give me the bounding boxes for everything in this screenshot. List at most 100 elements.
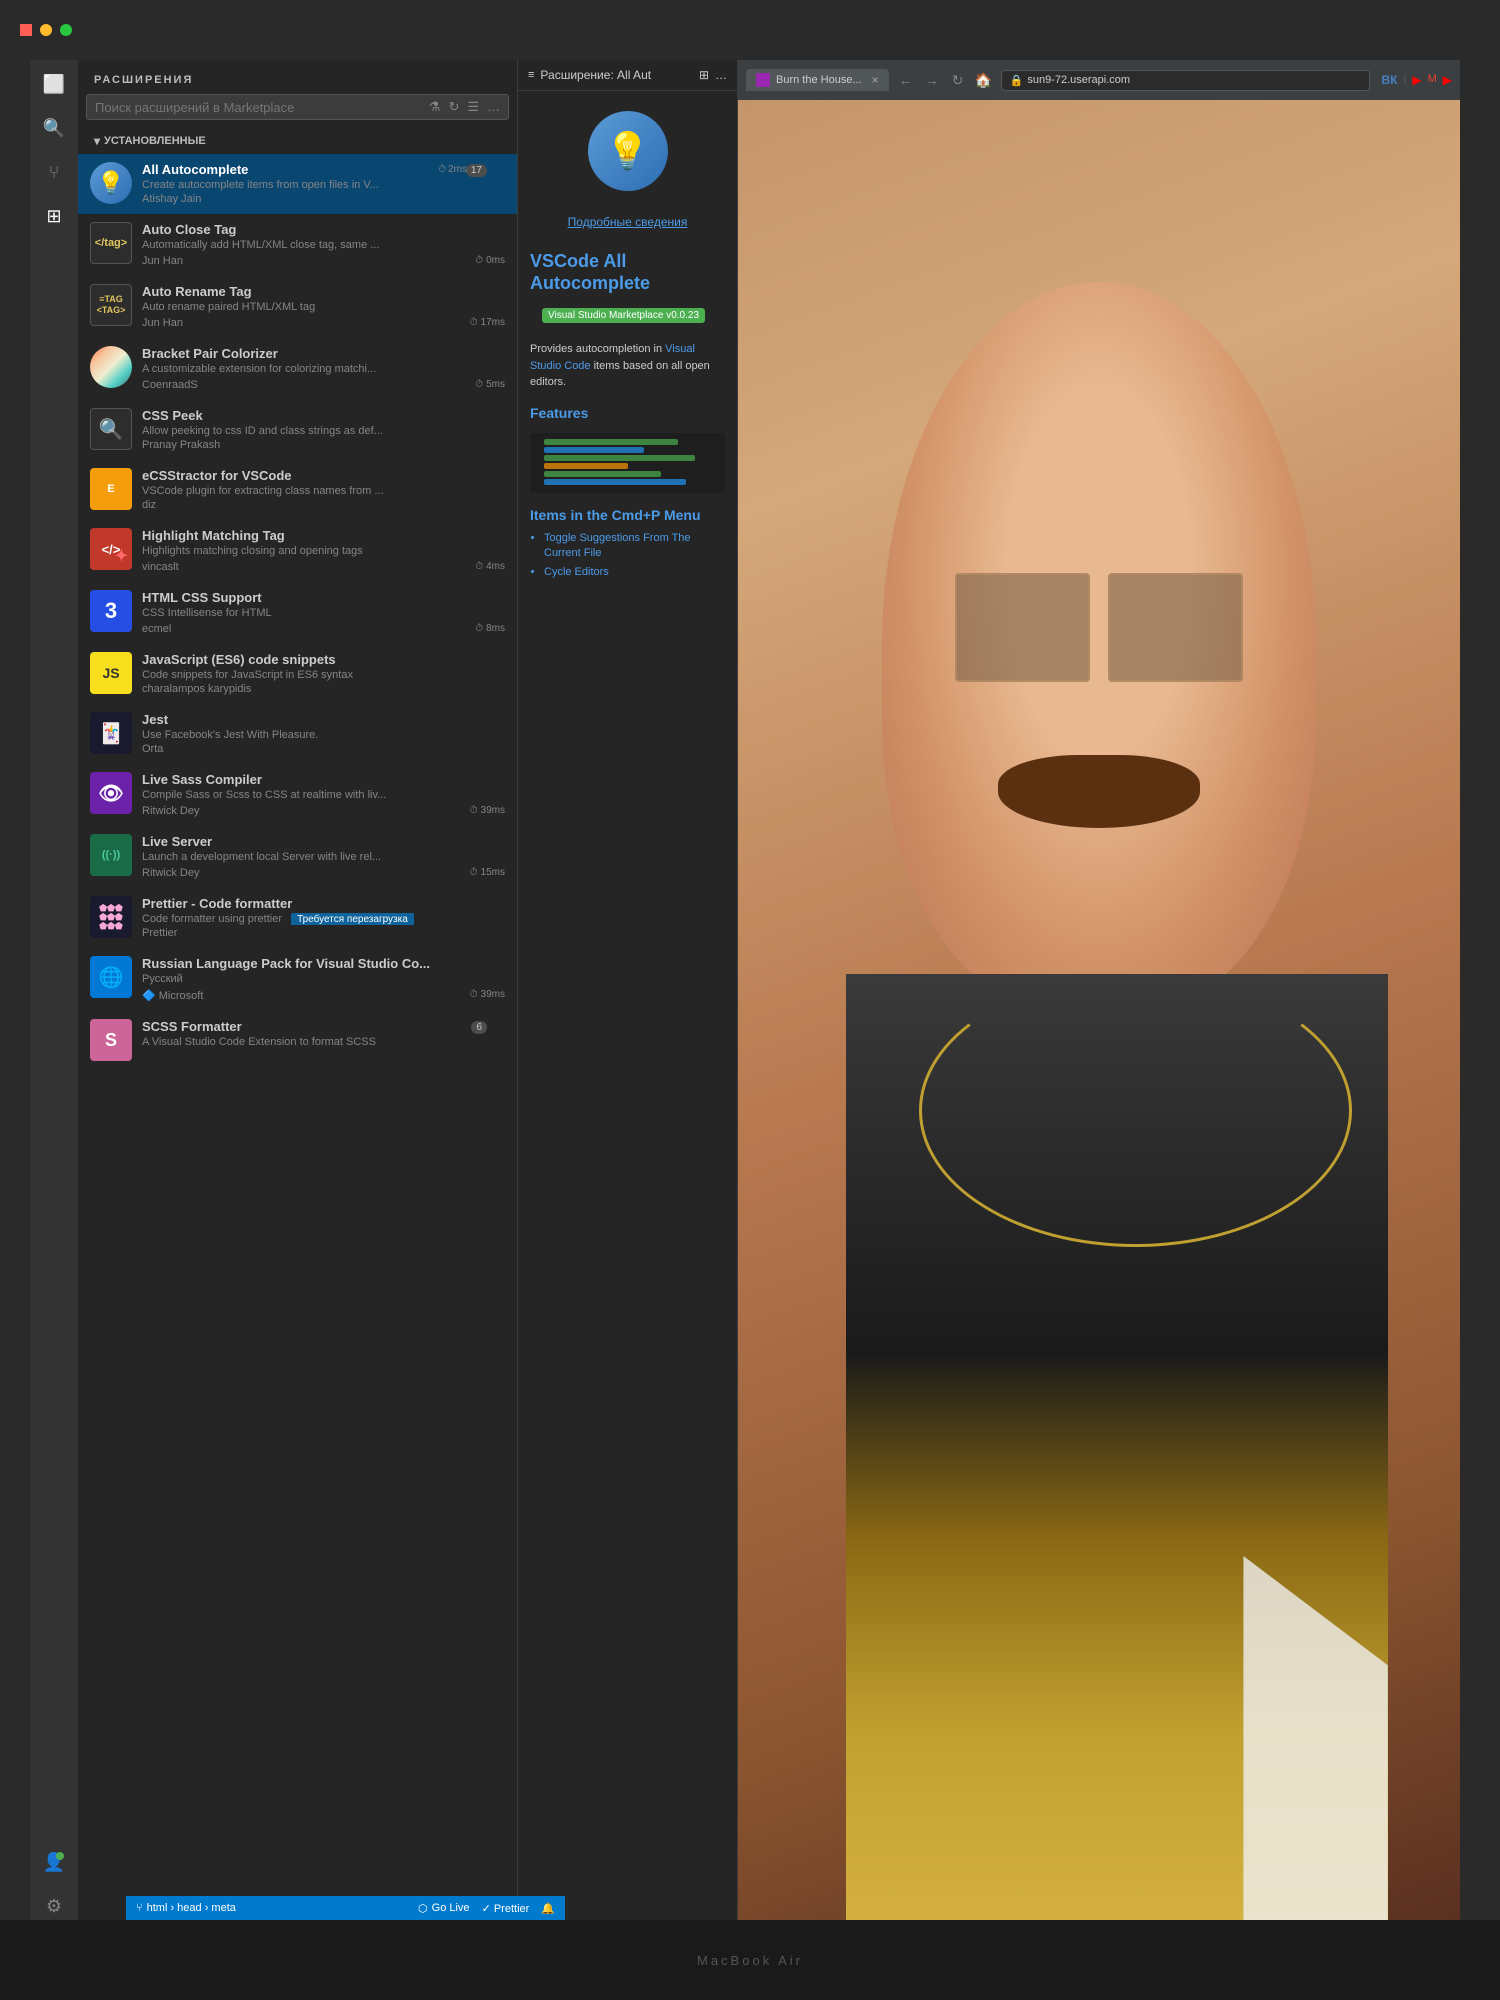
- ext-desc-bracket-pair: A customizable extension for colorizing …: [142, 363, 505, 375]
- nav-forward[interactable]: →: [921, 69, 943, 91]
- ext-item-html-css-support[interactable]: 3 HTML CSS Support CSS Intellisense for …: [78, 582, 517, 644]
- activity-extensions[interactable]: ⊞: [40, 202, 68, 230]
- ext-content-auto-close-tag: Auto Close Tag Automatically add HTML/XM…: [142, 222, 505, 267]
- ext-meta-live-server: Ritwick Dey ⏱15ms: [142, 865, 505, 879]
- ext-meta-html-css-support: ecmel ⏱8ms: [142, 621, 505, 635]
- detail-title: VSCode All Autocomplete: [518, 241, 737, 298]
- detail-description: Provides autocompletion in Visual Studio…: [518, 333, 737, 399]
- extensions-panel: РАСШИРЕНИЯ ⚗ ↻ ☰ … УСТАНОВЛЕННЫЕ 💡 All A…: [78, 60, 518, 1920]
- status-right: ⬡ Go Live ✓ Prettier 🔔: [418, 1902, 555, 1915]
- ext-name-bracket-pair: Bracket Pair Colorizer: [142, 346, 505, 361]
- code-preview: [540, 435, 716, 490]
- ext-item-scss-formatter[interactable]: S SCSS Formatter A Visual Studio Code Ex…: [78, 1011, 517, 1070]
- ext-icon-scss-formatter: S: [90, 1019, 132, 1061]
- ext-item-auto-close-tag[interactable]: </tag> Auto Close Tag Automatically add …: [78, 214, 517, 276]
- detail-split-icon[interactable]: ⊞: [699, 68, 709, 82]
- ext-meta-auto-close-tag: Jun Han ⏱0ms: [142, 253, 505, 267]
- ext-item-russian-lang[interactable]: 🌐 Russian Language Pack for Visual Studi…: [78, 948, 517, 1011]
- ext-item-highlight-matching-tag[interactable]: </> ✦ Highlight Matching Tag Highlights …: [78, 520, 517, 582]
- detail-features-title: Features: [518, 399, 737, 427]
- installed-section-label[interactable]: УСТАНОВЛЕННЫЕ: [78, 128, 517, 154]
- ext-icon-highlight-matching-tag: </> ✦: [90, 528, 132, 570]
- menu-item-toggle-suggestions: Toggle Suggestions From The Current File: [544, 531, 725, 562]
- ext-content-prettier: Prettier - Code formatter Code formatter…: [142, 896, 505, 939]
- ext-desc-auto-rename-tag: Auto rename paired HTML/XML tag: [142, 301, 505, 313]
- ext-item-js-snippets[interactable]: JS JavaScript (ES6) code snippets Code s…: [78, 644, 517, 704]
- activity-settings[interactable]: ⚙: [40, 1892, 68, 1920]
- address-bar[interactable]: 🔒 sun9-72.userapi.com: [1001, 70, 1370, 91]
- activity-search[interactable]: 🔍: [40, 114, 68, 142]
- activity-explorer[interactable]: ⬜: [40, 70, 68, 98]
- ext-content-russian-lang: Russian Language Pack for Visual Studio …: [142, 956, 505, 1002]
- detail-more-btn[interactable]: …: [715, 68, 727, 82]
- ext-name-jest: Jest: [142, 712, 505, 727]
- ext-icon-ecssstractor: E: [90, 468, 132, 510]
- ext-item-prettier[interactable]: ⬟⬟⬟ ⬟⬟⬟ ⬟⬟⬟ Prettier - Code formatter Co…: [78, 888, 517, 948]
- nav-back[interactable]: ←: [895, 69, 917, 91]
- activity-git[interactable]: ⑂: [40, 158, 68, 186]
- ext-name-auto-close-tag: Auto Close Tag: [142, 222, 505, 237]
- gmail-link[interactable]: M: [1428, 73, 1437, 87]
- ext-item-live-server[interactable]: ((·)) Live Server Launch a development l…: [78, 826, 517, 888]
- status-bell[interactable]: 🔔: [541, 1902, 555, 1915]
- ext-item-all-autocomplete[interactable]: 💡 All Autocomplete Create autocomplete i…: [78, 154, 517, 214]
- vk-link[interactable]: ВК: [1382, 73, 1398, 87]
- search-icons: ⚗ ↻ ☰ …: [429, 99, 500, 115]
- nav-home[interactable]: 🏠: [973, 69, 995, 91]
- refresh-icon[interactable]: ↻: [448, 99, 459, 115]
- detail-link[interactable]: Visual Studio Code: [530, 343, 695, 372]
- detail-more-link[interactable]: Подробные сведения: [518, 211, 737, 241]
- reload-badge-prettier: Требуется перезагрузка: [291, 913, 414, 925]
- window-maximize[interactable]: [60, 24, 72, 36]
- ext-item-css-peek[interactable]: 🔍 CSS Peek Allow peeking to css ID and c…: [78, 400, 517, 460]
- ext-icon-auto-rename-tag: ≡TAG <TAG>: [90, 284, 132, 326]
- detail-header-text: Расширение: All Aut: [540, 68, 693, 82]
- youtube-link-2[interactable]: ▶: [1443, 73, 1452, 87]
- more-icon[interactable]: …: [487, 99, 500, 115]
- ext-item-jest[interactable]: 🃏 Jest Use Facebook's Jest With Pleasure…: [78, 704, 517, 764]
- status-branch[interactable]: ⑂ html › head › meta: [136, 1902, 236, 1914]
- tab-title-1: Burn the House...: [776, 74, 862, 86]
- status-go-live[interactable]: ⬡ Go Live: [418, 1902, 470, 1915]
- activity-account[interactable]: 👤: [40, 1848, 68, 1876]
- tab-close-1[interactable]: ×: [872, 73, 879, 87]
- ext-content-js-snippets: JavaScript (ES6) code snippets Code snip…: [142, 652, 505, 695]
- ext-icon-auto-close-tag: </tag>: [90, 222, 132, 264]
- ext-desc-live-server: Launch a development local Server with l…: [142, 851, 505, 863]
- ext-icon-live-sass: 👁: [90, 772, 132, 814]
- screen: ⬜ 🔍 ⑂ ⊞ 👤 ⚙ РАСШИРЕНИЯ ⚗ ↻ ☰ … УСТАНОВЛЕ…: [30, 60, 1460, 1920]
- search-bar[interactable]: ⚗ ↻ ☰ …: [86, 94, 509, 120]
- window-minimize[interactable]: [40, 24, 52, 36]
- address-text: sun9-72.userapi.com: [1027, 74, 1130, 86]
- ext-item-bracket-pair[interactable]: Bracket Pair Colorizer A customizable ex…: [78, 338, 517, 400]
- browser-tab-1[interactable]: Burn the House... ×: [746, 69, 889, 91]
- ext-author-auto-rename-tag: Jun Han: [142, 317, 183, 329]
- detail-ext-icon: 💡: [588, 111, 668, 191]
- ext-author-css-peek: Pranay Prakash: [142, 439, 505, 451]
- ext-icon-prettier: ⬟⬟⬟ ⬟⬟⬟ ⬟⬟⬟: [90, 896, 132, 938]
- search-input[interactable]: [95, 100, 423, 115]
- ext-time-all-autocomplete: 2ms: [448, 164, 467, 175]
- filter-icon[interactable]: ⚗: [429, 99, 441, 115]
- tab-favicon-1: [756, 73, 770, 87]
- ext-content-live-sass: Live Sass Compiler Compile Sass or Scss …: [142, 772, 505, 817]
- ext-name-live-server: Live Server: [142, 834, 505, 849]
- ext-item-live-sass[interactable]: 👁 Live Sass Compiler Compile Sass or Scs…: [78, 764, 517, 826]
- ext-name-css-peek: CSS Peek: [142, 408, 505, 423]
- youtube-link[interactable]: ▶: [1412, 73, 1421, 87]
- window-close[interactable]: [20, 24, 32, 36]
- ext-meta-bracket-pair: CoenraadS ⏱5ms: [142, 377, 505, 391]
- detail-header: ≡ Расширение: All Aut ⊞ …: [518, 60, 737, 91]
- list-icon[interactable]: ☰: [467, 99, 479, 115]
- nav-refresh[interactable]: ↻: [947, 69, 969, 91]
- ext-item-auto-rename-tag[interactable]: ≡TAG <TAG> Auto Rename Tag Auto rename p…: [78, 276, 517, 338]
- lock-icon: 🔒: [1010, 74, 1024, 87]
- status-prettier[interactable]: ✓ Prettier: [482, 1902, 530, 1915]
- ext-author-live-sass: Ritwick Dey: [142, 805, 199, 817]
- ext-author-html-css-support: ecmel: [142, 623, 171, 635]
- ext-desc-prettier: Code formatter using prettier Требуется …: [142, 913, 505, 925]
- ext-content-highlight-matching-tag: Highlight Matching Tag Highlights matchi…: [142, 528, 505, 573]
- ext-item-ecssstractor[interactable]: E eCSStractor for VSCode VSCode plugin f…: [78, 460, 517, 520]
- go-live-icon: ⬡: [418, 1902, 428, 1915]
- detail-header-icon: ≡: [528, 69, 534, 81]
